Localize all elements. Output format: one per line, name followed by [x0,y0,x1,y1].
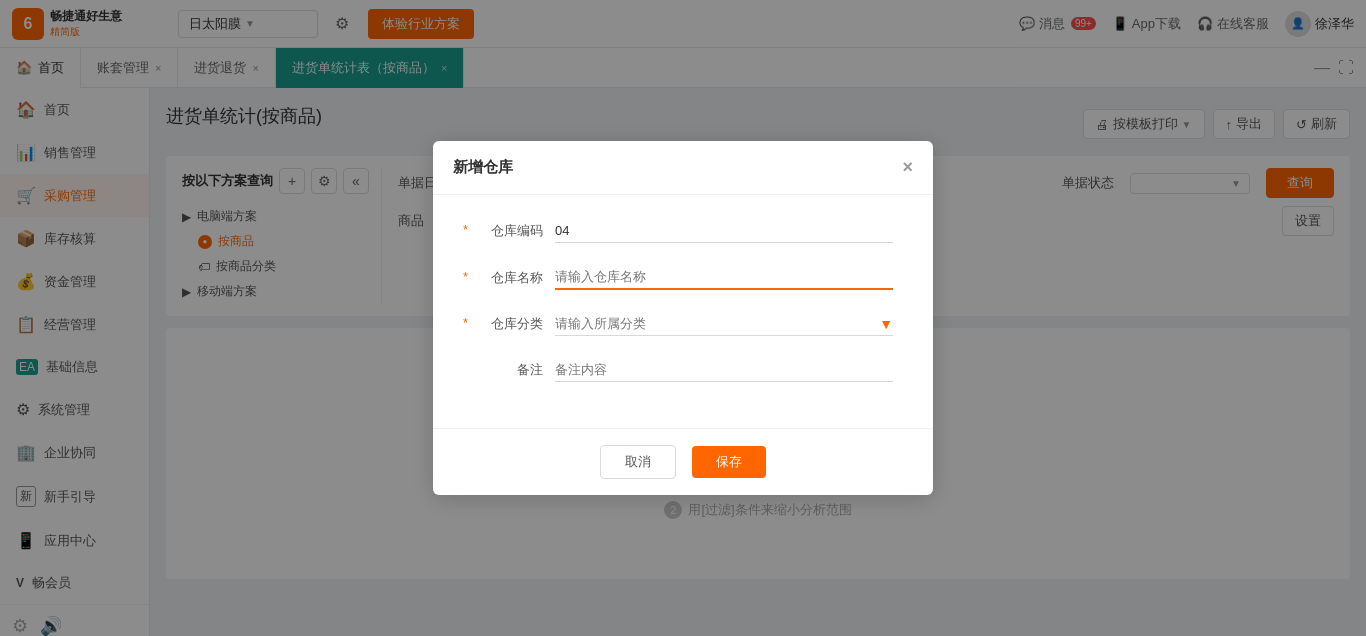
cancel-button[interactable]: 取消 [600,445,676,479]
warehouse-category-input[interactable] [555,312,893,336]
form-row-category: 仓库分类 ▼ [473,312,893,336]
dialog-footer: 取消 保存 [433,428,933,495]
form-row-name: 仓库名称 [473,265,893,290]
category-select-wrap: ▼ [555,312,893,336]
form-row-code: 仓库编码 [473,219,893,243]
category-dropdown-arrow[interactable]: ▼ [879,316,893,332]
dialog-body: 仓库编码 仓库名称 仓库分类 ▼ 备注 [433,195,933,428]
dialog-close-btn[interactable]: × [902,157,913,178]
warehouse-code-input[interactable] [555,219,893,243]
dialog-title: 新增仓库 [453,158,513,177]
warehouse-name-input[interactable] [555,265,893,290]
modal-overlay[interactable]: 新增仓库 × 仓库编码 仓库名称 仓库分类 ▼ [0,0,1366,636]
category-label: 仓库分类 [473,315,543,333]
name-label: 仓库名称 [473,269,543,287]
form-row-remark: 备注 [473,358,893,382]
dialog-add-warehouse: 新增仓库 × 仓库编码 仓库名称 仓库分类 ▼ [433,141,933,495]
remark-label: 备注 [473,361,543,379]
warehouse-remark-input[interactable] [555,358,893,382]
code-label: 仓库编码 [473,222,543,240]
dialog-header: 新增仓库 × [433,141,933,195]
save-button[interactable]: 保存 [692,446,766,478]
